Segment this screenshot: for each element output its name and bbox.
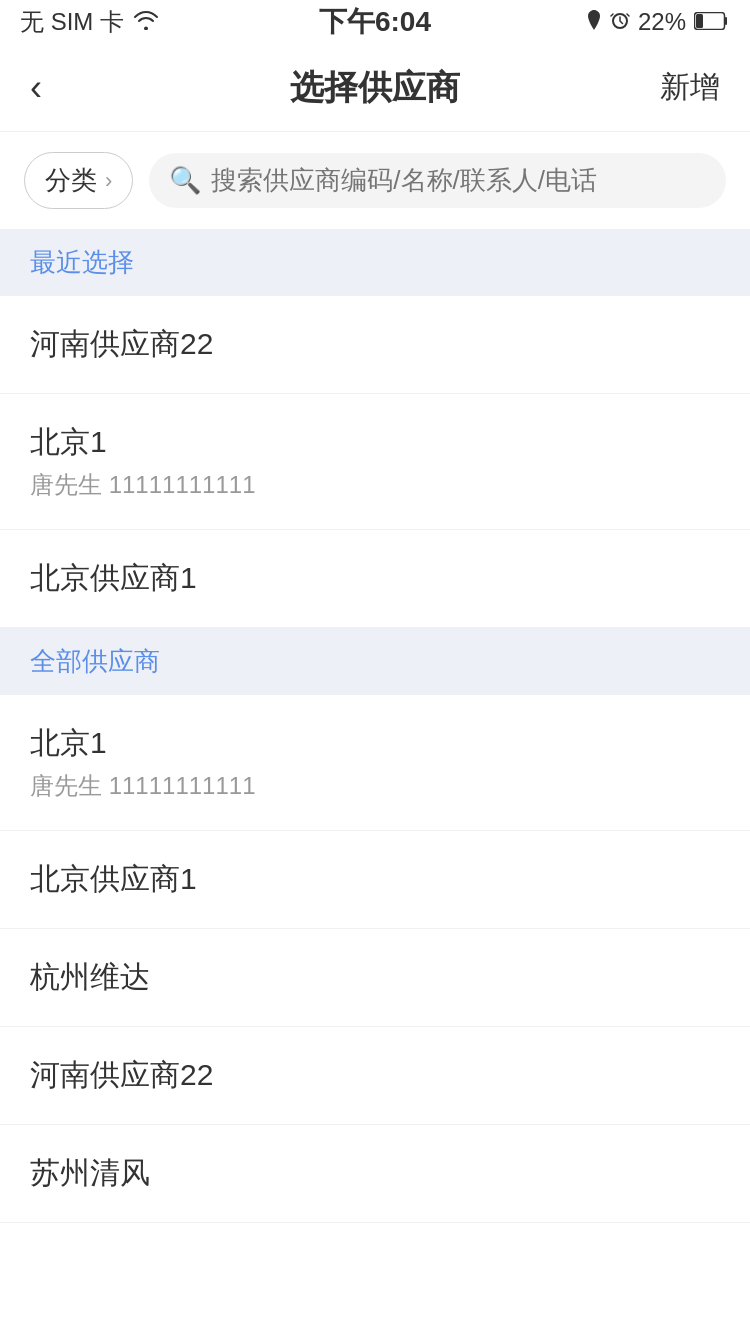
alarm-icon — [610, 8, 630, 36]
search-input[interactable] — [211, 165, 706, 196]
status-right: 22% — [586, 8, 730, 36]
all-list-item[interactable]: 北京1 唐先生 11111111111 — [0, 695, 750, 831]
item-name: 苏州清风 — [30, 1153, 720, 1194]
wifi-icon — [132, 8, 160, 36]
all-items-list: 北京1 唐先生 11111111111 北京供应商1 杭州维达河南供应商22 苏州清风 — [0, 695, 750, 1223]
all-list-item[interactable]: 杭州维达 — [0, 929, 750, 1027]
item-sub: 唐先生 11111111111 — [30, 469, 720, 501]
status-time: 下午6:04 — [319, 3, 431, 41]
carrier-label: 无 SIM 卡 — [20, 6, 124, 38]
battery-icon — [694, 8, 730, 36]
item-name: 北京供应商1 — [30, 558, 720, 599]
all-section-header: 全部供应商 — [0, 628, 750, 695]
recent-items-list: 河南供应商22 北京1 唐先生 11111111111 北京供应商1 — [0, 296, 750, 628]
all-list-item[interactable]: 北京供应商1 — [0, 831, 750, 929]
add-button[interactable]: 新增 — [660, 67, 720, 108]
svg-rect-2 — [696, 14, 703, 28]
recent-list-item[interactable]: 北京供应商1 — [0, 530, 750, 628]
item-name: 河南供应商22 — [30, 1055, 720, 1096]
item-name: 北京1 — [30, 422, 720, 463]
category-label: 分类 — [45, 163, 97, 198]
nav-bar: ‹ 选择供应商 新增 — [0, 44, 750, 132]
status-bar: 无 SIM 卡 下午6:04 22% — [0, 0, 750, 44]
status-left: 无 SIM 卡 — [20, 6, 160, 38]
all-list-item[interactable]: 苏州清风 — [0, 1125, 750, 1223]
page-title: 选择供应商 — [290, 65, 460, 111]
item-name: 北京供应商1 — [30, 859, 720, 900]
all-section-label: 全部供应商 — [30, 646, 160, 676]
search-bar: 分类 › 🔍 — [0, 132, 750, 229]
search-input-wrap: 🔍 — [149, 153, 726, 208]
item-sub: 唐先生 11111111111 — [30, 770, 720, 802]
back-button[interactable]: ‹ — [30, 67, 90, 109]
recent-list-item[interactable]: 北京1 唐先生 11111111111 — [0, 394, 750, 530]
chevron-right-icon: › — [105, 168, 112, 194]
search-icon: 🔍 — [169, 165, 201, 196]
recent-list-item[interactable]: 河南供应商22 — [0, 296, 750, 394]
battery-label: 22% — [638, 8, 686, 36]
recent-section-label: 最近选择 — [30, 247, 134, 277]
item-name: 河南供应商22 — [30, 324, 720, 365]
category-button[interactable]: 分类 › — [24, 152, 133, 209]
location-icon — [586, 8, 602, 36]
recent-section-header: 最近选择 — [0, 229, 750, 296]
item-name: 杭州维达 — [30, 957, 720, 998]
all-list-item[interactable]: 河南供应商22 — [0, 1027, 750, 1125]
item-name: 北京1 — [30, 723, 720, 764]
